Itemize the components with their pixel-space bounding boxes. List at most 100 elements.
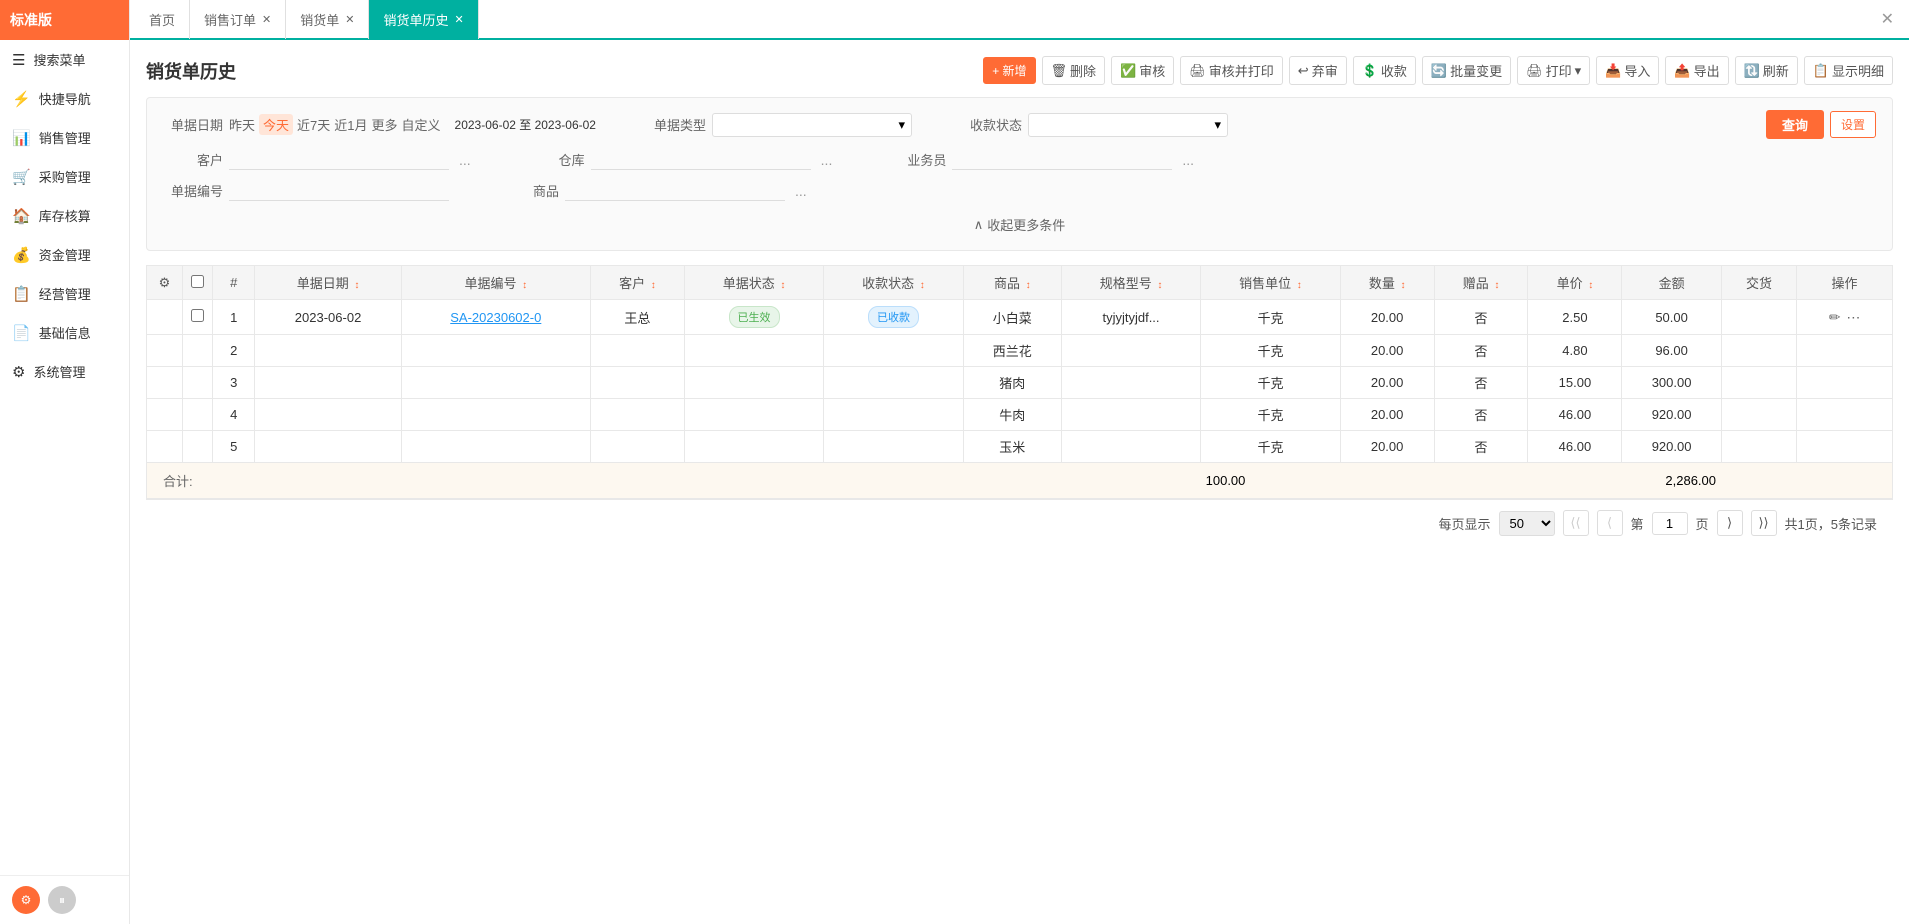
tab-bar: 首页 销售订单 ✕ 销货单 ✕ 销货单历史 ✕ ✕ [130,0,1909,40]
tab-home[interactable]: 首页 [135,0,190,39]
sidebar-item-label: 销售管理 [39,128,91,147]
refresh-btn[interactable]: 🔃 刷新 [1735,56,1798,85]
per-page-label: 每页显示 [1438,514,1490,533]
col-customer[interactable]: 客户 ↕ [590,266,684,300]
row-spec [1061,431,1200,463]
abandon-btn[interactable]: ↩ 弃审 [1289,56,1347,85]
last-page-btn[interactable]: ⟩⟩ [1751,510,1777,536]
date-1month[interactable]: 近1月 [334,115,367,134]
col-collect-status[interactable]: 收款状态 ↕ [824,266,963,300]
col-doc-no[interactable]: 单据编号 ↕ [401,266,590,300]
print-btn[interactable]: 🖨 打印 ▾ [1517,56,1590,85]
doc-type-select[interactable]: ▾ [712,113,912,137]
row-gear [147,335,183,367]
select-all-checkbox[interactable] [191,275,204,288]
date-range: 2023-06-02 至 2023-06-02 [455,116,596,133]
row-gift: 否 [1434,300,1528,335]
goods-label: 商品 [499,181,559,200]
next-page-btn[interactable]: ⟩ [1717,510,1743,536]
close-all-tabs-btn[interactable]: ✕ [1871,9,1904,29]
filter-settings-btn[interactable]: 设置 [1830,111,1876,138]
col-spec[interactable]: 规格型号 ↕ [1061,266,1200,300]
col-unit[interactable]: 销售单位 ↕ [1201,266,1340,300]
per-page-select[interactable]: 50 100 200 [1499,511,1555,536]
tab-sales-order-close[interactable]: ✕ [262,13,271,26]
date-more[interactable]: 更多 [372,115,398,134]
col-gear[interactable]: ⚙ [147,266,183,300]
goods-input[interactable] [565,180,785,201]
footer-total-amount: 2,286.00 [1665,473,1716,488]
customer-input[interactable] [229,149,449,170]
sidebar-settings-btn[interactable]: ⚙ [12,886,40,914]
export-btn[interactable]: 📤 导出 [1665,56,1728,85]
warehouse-input[interactable] [591,149,811,170]
detail-label: 显示明细 [1832,61,1884,80]
row-select[interactable] [191,309,204,322]
date-label: 单据日期 [163,115,223,134]
quick-nav-icon: ⚡ [12,90,31,108]
sidebar-item-purchase-mgmt[interactable]: 🛒 采购管理 [0,157,129,196]
collect-btn[interactable]: 💲 收款 [1353,56,1416,85]
import-btn[interactable]: 📥 导入 [1596,56,1659,85]
col-goods[interactable]: 商品 ↕ [963,266,1061,300]
col-gift[interactable]: 赠品 ↕ [1434,266,1528,300]
audit-btn[interactable]: ✅ 审核 [1111,56,1174,85]
sidebar-item-quick-nav[interactable]: ⚡ 快捷导航 [0,79,129,118]
sidebar-item-sys-mgmt[interactable]: ⚙ 系统管理 [0,352,129,391]
date-custom[interactable]: 自定义 [402,115,441,134]
prev-page-btn[interactable]: ⟨ [1597,510,1623,536]
col-quantity[interactable]: 数量 ↕ [1340,266,1434,300]
row-date [255,367,401,399]
audit-print-btn[interactable]: 🖨 审核并打印 [1180,56,1283,85]
purchase-icon: 🛒 [12,168,31,186]
sidebar-item-label: 系统管理 [33,362,85,381]
date-yesterday[interactable]: 昨天 [229,115,255,134]
detail-icon: 📋 [1813,63,1829,79]
row-transaction [1721,300,1796,335]
sidebar-item-search-menu[interactable]: ☰ 搜索菜单 [0,40,129,79]
batch-icon: 🔄 [1431,63,1447,79]
first-page-btn[interactable]: ⟨⟨ [1563,510,1589,536]
sidebar-item-basic-info[interactable]: 📄 基础信息 [0,313,129,352]
tab-sales-history[interactable]: 销货单历史 ✕ [369,0,478,39]
sidebar-pause-btn[interactable]: ⏸ [48,886,76,914]
salesman-ellipsis[interactable]: ... [1178,152,1198,168]
tab-sales-order[interactable]: 销售订单 ✕ [190,0,286,39]
operation-icon: 📋 [12,285,31,303]
refresh-label: 刷新 [1763,61,1789,80]
row-gear [147,399,183,431]
col-unit-price[interactable]: 单价 ↕ [1528,266,1622,300]
col-date[interactable]: 单据日期 ↕ [255,266,401,300]
date-today[interactable]: 今天 [259,114,293,135]
warehouse-ellipsis[interactable]: ... [817,152,837,168]
collect-status-select[interactable]: ▾ [1028,113,1228,137]
page-input[interactable] [1652,512,1688,535]
new-btn[interactable]: + 新增 [983,57,1035,84]
sidebar-item-sales-mgmt[interactable]: 📊 销售管理 [0,118,129,157]
col-doc-status[interactable]: 单据状态 ↕ [684,266,823,300]
sidebar-item-inventory[interactable]: 🏠 库存核算 [0,196,129,235]
date-7days[interactable]: 近7天 [297,115,330,134]
tab-sales-goods-close[interactable]: ✕ [345,13,354,26]
sidebar-item-finance[interactable]: 💰 资金管理 [0,235,129,274]
goods-ellipsis[interactable]: ... [791,183,811,199]
collapse-icon: ∧ [974,217,984,233]
inventory-icon: 🏠 [12,207,31,225]
tab-sales-history-close[interactable]: ✕ [455,13,464,26]
doc-no-link[interactable]: SA-20230602-0 [450,310,541,325]
sidebar-item-label: 采购管理 [39,167,91,186]
row-quantity: 20.00 [1340,399,1434,431]
edit-icon[interactable]: ✏ [1829,309,1841,325]
doc-no-input[interactable] [229,180,449,201]
customer-ellipsis[interactable]: ... [455,152,475,168]
collapse-btn[interactable]: ∧ 收起更多条件 [970,211,1070,238]
show-detail-btn[interactable]: 📋 显示明细 [1804,56,1893,85]
batch-change-btn[interactable]: 🔄 批量变更 [1422,56,1511,85]
more-icon[interactable]: ⋯ [1846,309,1860,325]
delete-btn[interactable]: 🗑 删除 [1042,56,1106,85]
sidebar-item-operation[interactable]: 📋 经营管理 [0,274,129,313]
salesman-input[interactable] [952,149,1172,170]
tab-sales-goods-label: 销货单 [300,10,339,29]
tab-sales-goods[interactable]: 销货单 ✕ [286,0,369,39]
query-button[interactable]: 查询 [1766,110,1824,139]
